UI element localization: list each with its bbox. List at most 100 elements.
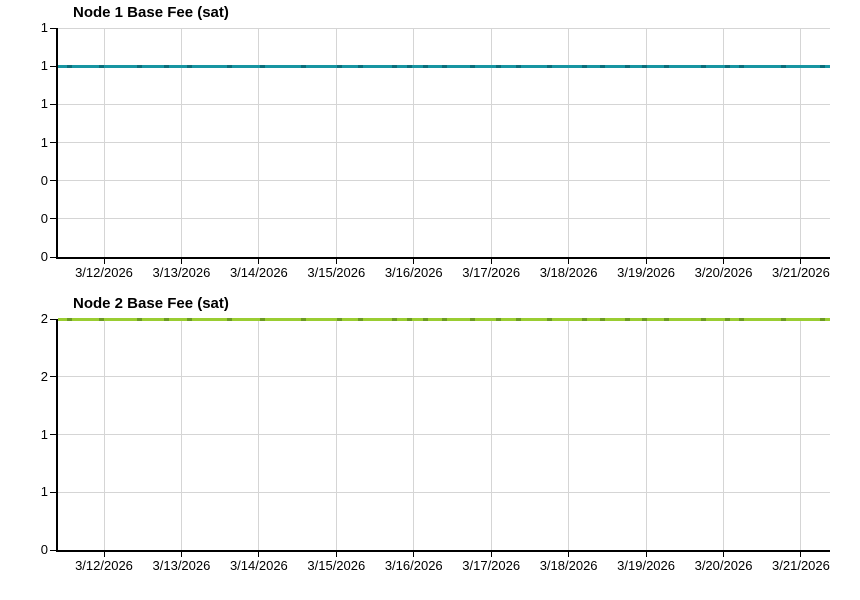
gridline-horizontal — [58, 103, 830, 105]
data-point-marker — [496, 64, 501, 68]
data-point-marker — [642, 64, 647, 68]
y-tick-label: 0 — [40, 210, 48, 226]
x-tick-mark — [413, 259, 415, 264]
x-tick-mark — [800, 259, 802, 264]
x-tick-mark — [800, 552, 802, 557]
data-point-marker — [701, 317, 706, 321]
x-tick-mark — [723, 552, 725, 557]
chart-node1-base-fee: Node 1 Base Fee (sat) 3/12/2026 3/13/2026… — [0, 0, 860, 292]
data-point-marker — [137, 64, 142, 68]
data-point-marker — [516, 64, 521, 68]
gridline-horizontal — [58, 142, 830, 143]
x-tick-label: 3/17/2026 — [462, 558, 521, 573]
chart-title: Node 2 Base Fee (sat) — [73, 295, 229, 312]
data-point-marker — [516, 317, 521, 321]
data-point-marker — [392, 317, 397, 321]
data-point-marker — [358, 317, 363, 321]
data-point-marker — [407, 64, 412, 68]
data-point-marker — [164, 64, 169, 68]
x-tick-label: 3/18/2026 — [539, 558, 598, 573]
y-tick-label: 2 — [40, 368, 48, 384]
data-point-marker — [820, 317, 825, 321]
x-tick-mark — [490, 552, 492, 557]
data-point-marker — [664, 64, 669, 68]
data-point-marker — [99, 64, 104, 68]
plot-area: 3/12/2026 3/13/2026 3/14/2026 3/15/2026 3/16… — [41, 20, 830, 280]
data-point-marker — [67, 64, 72, 68]
data-point-marker — [547, 64, 552, 68]
x-tick-mark — [180, 259, 182, 264]
data-point-marker — [187, 64, 192, 68]
x-tick-mark — [568, 552, 570, 557]
chart-title: Node 1 Base Fee (sat) — [73, 4, 229, 21]
data-point-marker — [67, 317, 72, 321]
gridline-horizontal — [58, 491, 830, 493]
data-point-marker — [725, 317, 730, 321]
charts-canvas: Node 1 Base Fee (sat) 3/12/2026 3/13/2026… — [0, 0, 860, 600]
x-tick-label: 3/13/2026 — [152, 265, 211, 280]
data-point-marker — [582, 317, 587, 321]
data-point-marker — [547, 317, 552, 321]
x-tick-mark — [645, 259, 647, 264]
data-point-marker — [407, 317, 412, 321]
x-tick-label: 3/14/2026 — [229, 558, 288, 573]
data-point-marker — [820, 64, 825, 68]
data-point-marker — [470, 64, 475, 68]
data-point-marker — [137, 317, 142, 321]
data-point-marker — [260, 317, 265, 321]
y-tick-label: 1 — [40, 20, 48, 35]
data-point-marker — [582, 64, 587, 68]
x-tick-mark — [645, 552, 647, 557]
data-point-marker — [227, 64, 232, 68]
data-point-marker — [227, 317, 232, 321]
x-tick-mark — [103, 259, 105, 264]
data-point-marker — [600, 64, 605, 68]
data-point-marker — [187, 317, 192, 321]
data-point-marker — [301, 64, 306, 68]
x-tick-mark — [335, 259, 337, 264]
data-point-marker — [781, 64, 786, 68]
data-point-marker — [496, 317, 501, 321]
x-tick-label: 3/14/2026 — [229, 265, 288, 280]
data-point-marker — [781, 317, 786, 321]
x-tick-label: 3/17/2026 — [462, 265, 521, 280]
data-point-marker — [442, 317, 447, 321]
x-tick-label: 3/16/2026 — [384, 265, 443, 280]
x-tick-label: 3/19/2026 — [617, 558, 675, 573]
y-tick-label: 1 — [40, 58, 48, 74]
x-tick-mark — [335, 552, 337, 557]
data-point-marker — [664, 317, 669, 321]
y-tick-label: 1 — [40, 426, 48, 442]
data-point-marker — [600, 317, 605, 321]
data-point-marker — [725, 64, 730, 68]
x-tick-mark — [723, 259, 725, 264]
data-point-marker — [358, 64, 363, 68]
x-axis-line — [56, 550, 830, 552]
x-tick-label: 3/20/2026 — [694, 265, 753, 280]
data-point-marker — [442, 64, 447, 68]
data-point-marker — [625, 317, 630, 321]
y-tick-label: 0 — [40, 172, 48, 188]
data-point-marker — [337, 317, 342, 321]
x-tick-mark — [180, 552, 182, 557]
gridline-horizontal — [58, 27, 830, 29]
y-tick-label: 0 — [40, 542, 48, 557]
x-tick-label: 3/20/2026 — [694, 558, 753, 573]
y-tick-label: 0 — [40, 249, 48, 264]
data-point-marker — [642, 317, 647, 321]
x-tick-mark — [413, 552, 415, 557]
x-tick-label: 3/21/2026 — [772, 558, 830, 573]
x-tick-label: 3/15/2026 — [307, 265, 366, 280]
y-tick-label: 1 — [40, 484, 48, 500]
y-axis-line — [56, 319, 58, 552]
gridline-horizontal — [58, 180, 830, 182]
x-tick-label: 3/12/2026 — [75, 558, 133, 573]
data-point-marker — [301, 317, 306, 321]
y-tick-label: 1 — [40, 134, 48, 150]
data-point-marker — [260, 64, 265, 68]
y-tick-label: 1 — [40, 96, 48, 112]
x-tick-label: 3/21/2026 — [772, 265, 830, 280]
gridline-horizontal — [58, 434, 830, 435]
chart-node2-base-fee: Node 2 Base Fee (sat) 3/12/2026 3/13/2026… — [0, 292, 860, 600]
x-axis-line — [56, 257, 830, 259]
